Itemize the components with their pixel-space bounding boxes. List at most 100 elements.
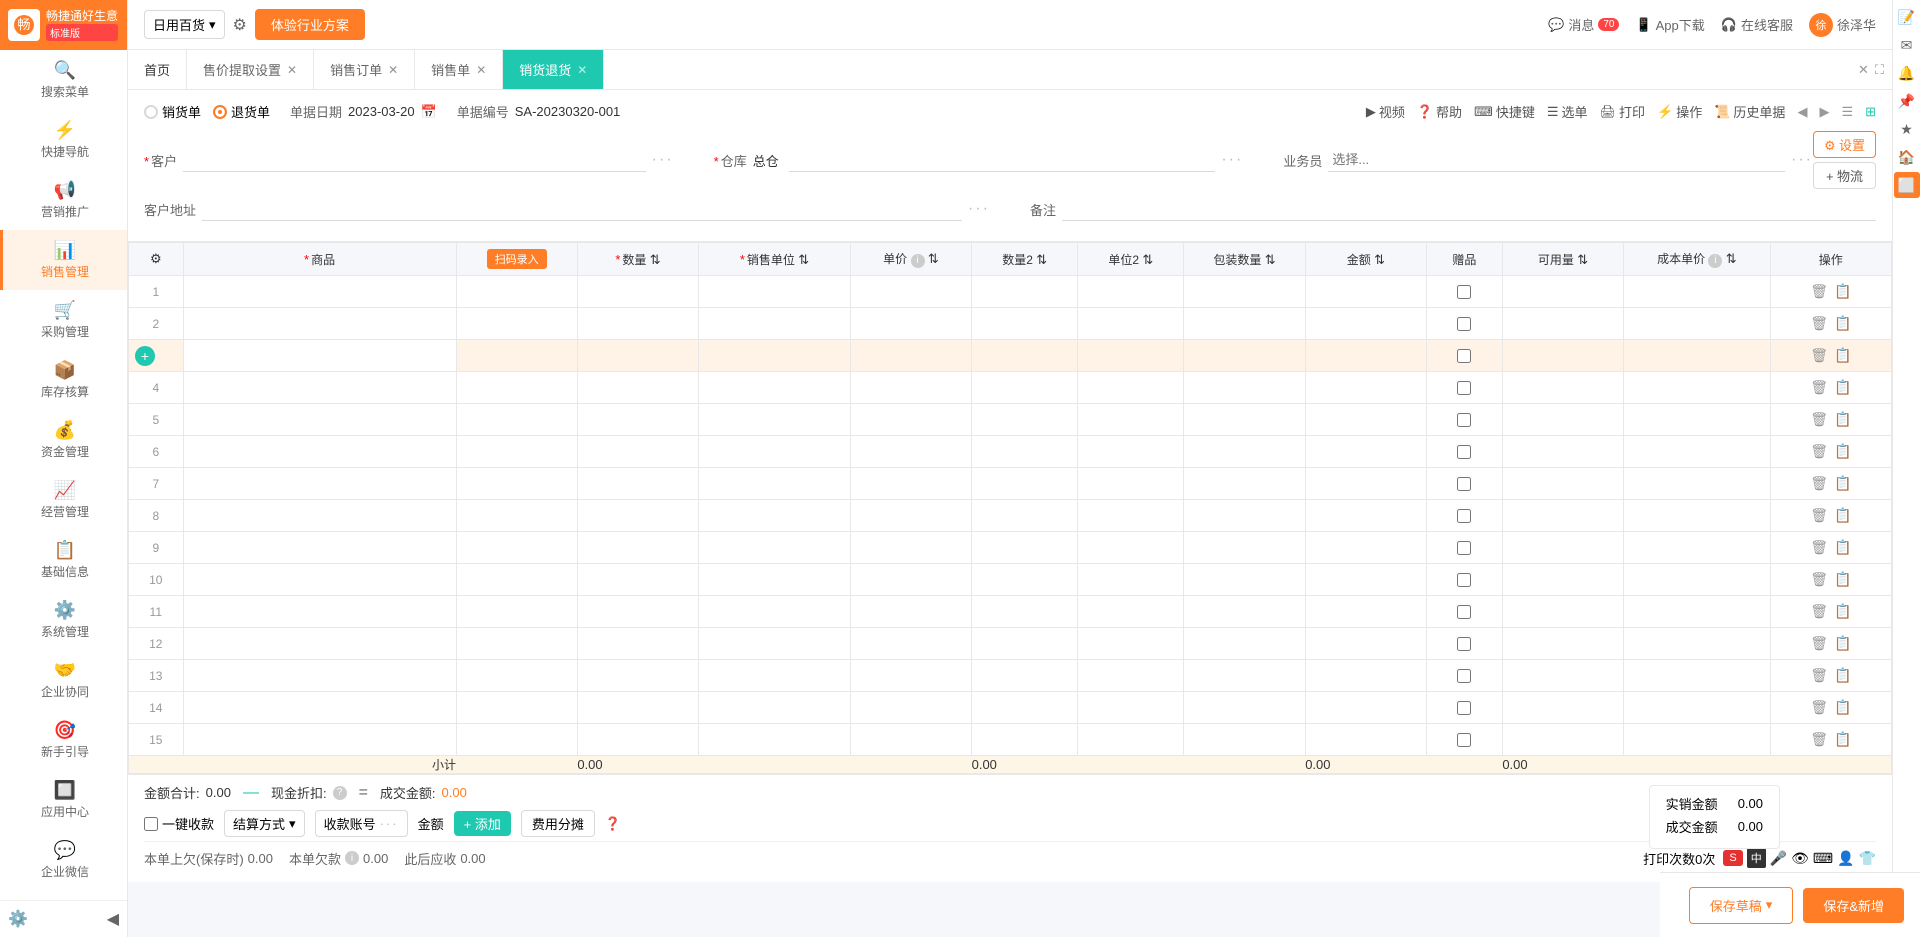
unit2-cell[interactable] <box>1078 436 1184 468</box>
qty-cell[interactable] <box>577 308 698 340</box>
delete-icon[interactable]: 🗑 <box>1810 347 1828 364</box>
unit-cell[interactable] <box>699 276 851 308</box>
cost-cell[interactable] <box>1624 564 1770 596</box>
video-action[interactable]: ▶ 视频 <box>1366 102 1405 121</box>
price-cell[interactable] <box>850 596 971 628</box>
pack-cell[interactable] <box>1184 372 1305 404</box>
sort-qty2-icon[interactable]: ⇅ <box>1036 252 1047 267</box>
gift-checkbox[interactable] <box>1457 317 1471 331</box>
unit-cell[interactable] <box>699 564 851 596</box>
avail-cell[interactable] <box>1502 564 1623 596</box>
keyboard-icon[interactable]: ⌨ <box>1813 850 1833 867</box>
unit2-cell[interactable] <box>1078 596 1184 628</box>
customer-dots[interactable]: ··· <box>652 151 674 169</box>
unit2-cell[interactable] <box>1078 276 1184 308</box>
tab-sales[interactable]: 销售单 ✕ <box>415 50 503 89</box>
delete-icon[interactable]: 🗑 <box>1810 699 1828 716</box>
gift-checkbox[interactable] <box>1457 669 1471 683</box>
qty2-cell[interactable] <box>972 660 1078 692</box>
rs-bell-icon[interactable]: 🔔 <box>1894 60 1920 86</box>
pack-cell[interactable] <box>1184 692 1305 724</box>
qty-cell[interactable] <box>577 596 698 628</box>
remark-input[interactable] <box>1062 197 1876 221</box>
delete-icon[interactable]: 🗑 <box>1810 539 1828 556</box>
avail-cell[interactable] <box>1502 436 1623 468</box>
pack-cell[interactable] <box>1184 308 1305 340</box>
sidebar-item-sales[interactable]: 📊 销售管理 <box>0 230 127 290</box>
sidebar-item-collab[interactable]: 🤝 企业协同 <box>0 650 127 710</box>
cost-cell[interactable] <box>1624 436 1770 468</box>
gift-cell[interactable] <box>1427 660 1503 692</box>
copy-icon[interactable]: 📋 <box>1834 475 1851 492</box>
cost-cell[interactable] <box>1624 500 1770 532</box>
copy-icon[interactable]: 📋 <box>1834 315 1851 332</box>
gift-cell[interactable] <box>1427 436 1503 468</box>
qty2-cell[interactable] <box>972 628 1078 660</box>
product-cell[interactable] <box>183 308 456 340</box>
unit-cell[interactable] <box>699 500 851 532</box>
avail-cell[interactable] <box>1502 596 1623 628</box>
gift-cell[interactable] <box>1427 500 1503 532</box>
qty2-cell[interactable] <box>972 340 1078 372</box>
tab-sales-close[interactable]: ✕ <box>476 63 486 77</box>
cost-cell[interactable] <box>1624 660 1770 692</box>
radio-returns[interactable]: 退货单 <box>213 102 270 121</box>
avail-cell[interactable] <box>1502 628 1623 660</box>
price-cell[interactable] <box>850 660 971 692</box>
amount-cell[interactable] <box>1305 308 1426 340</box>
qty-cell[interactable] <box>577 468 698 500</box>
pack-cell[interactable] <box>1184 340 1305 372</box>
sidebar-item-search[interactable]: 🔍 搜索菜单 <box>0 50 127 110</box>
add-button[interactable]: + 添加 <box>454 811 511 836</box>
unit2-cell[interactable] <box>1078 724 1184 756</box>
app-download-item[interactable]: 📱 App下载 <box>1635 15 1704 34</box>
avail-cell[interactable] <box>1502 404 1623 436</box>
delete-icon[interactable]: 🗑 <box>1810 315 1828 332</box>
copy-icon[interactable]: 📋 <box>1834 347 1851 364</box>
qty2-cell[interactable] <box>972 372 1078 404</box>
tab-price-close[interactable]: ✕ <box>287 63 297 77</box>
calendar-icon[interactable]: 📅 <box>421 104 437 120</box>
copy-icon[interactable]: 📋 <box>1834 539 1851 556</box>
address-dots[interactable]: ··· <box>968 200 990 218</box>
amount-cell[interactable] <box>1305 436 1426 468</box>
sidebar-item-purchase[interactable]: 🛒 采购管理 <box>0 290 127 350</box>
unit2-cell[interactable] <box>1078 532 1184 564</box>
copy-icon[interactable]: 📋 <box>1834 731 1851 748</box>
product-cell[interactable] <box>183 628 456 660</box>
amount-cell[interactable] <box>1305 500 1426 532</box>
avail-cell[interactable] <box>1502 340 1623 372</box>
price-cell[interactable] <box>850 436 971 468</box>
price-cell[interactable] <box>850 500 971 532</box>
cost-cell[interactable] <box>1624 340 1770 372</box>
address-input[interactable] <box>202 197 962 221</box>
avail-cell[interactable] <box>1502 724 1623 756</box>
sort-avail-icon[interactable]: ⇅ <box>1577 252 1588 267</box>
view-table-icon[interactable]: ⊞ <box>1865 104 1876 120</box>
product-cell[interactable] <box>183 660 456 692</box>
unit-cell[interactable] <box>699 468 851 500</box>
gift-cell[interactable] <box>1427 340 1503 372</box>
gift-checkbox[interactable] <box>1457 733 1471 747</box>
operation-action[interactable]: ⚡ 操作 <box>1657 102 1702 121</box>
gift-checkbox[interactable] <box>1457 413 1471 427</box>
sidebar-item-basic[interactable]: 📋 基础信息 <box>0 530 127 590</box>
amount-cell[interactable] <box>1305 596 1426 628</box>
price-info-icon[interactable]: i <box>911 254 925 268</box>
pack-cell[interactable] <box>1184 628 1305 660</box>
prev-record-icon[interactable]: ◀ <box>1797 104 1807 120</box>
gift-checkbox[interactable] <box>1457 381 1471 395</box>
sidebar-item-finance[interactable]: 💰 资金管理 <box>0 410 127 470</box>
product-cell[interactable] <box>183 372 456 404</box>
product-cell[interactable] <box>183 724 456 756</box>
sidebar-item-appcenter[interactable]: 🔲 应用中心 <box>0 770 127 830</box>
unit2-cell[interactable] <box>1078 468 1184 500</box>
unit-cell[interactable] <box>699 308 851 340</box>
topbar-settings-icon[interactable]: ⚙ <box>233 15 247 35</box>
delete-icon[interactable]: 🗑 <box>1810 443 1828 460</box>
cost-cell[interactable] <box>1624 276 1770 308</box>
delete-icon[interactable]: 🗑 <box>1810 283 1828 300</box>
qty2-cell[interactable] <box>972 468 1078 500</box>
gift-checkbox[interactable] <box>1457 637 1471 651</box>
sidebar-item-wechat[interactable]: 💬 企业微信 <box>0 830 127 890</box>
